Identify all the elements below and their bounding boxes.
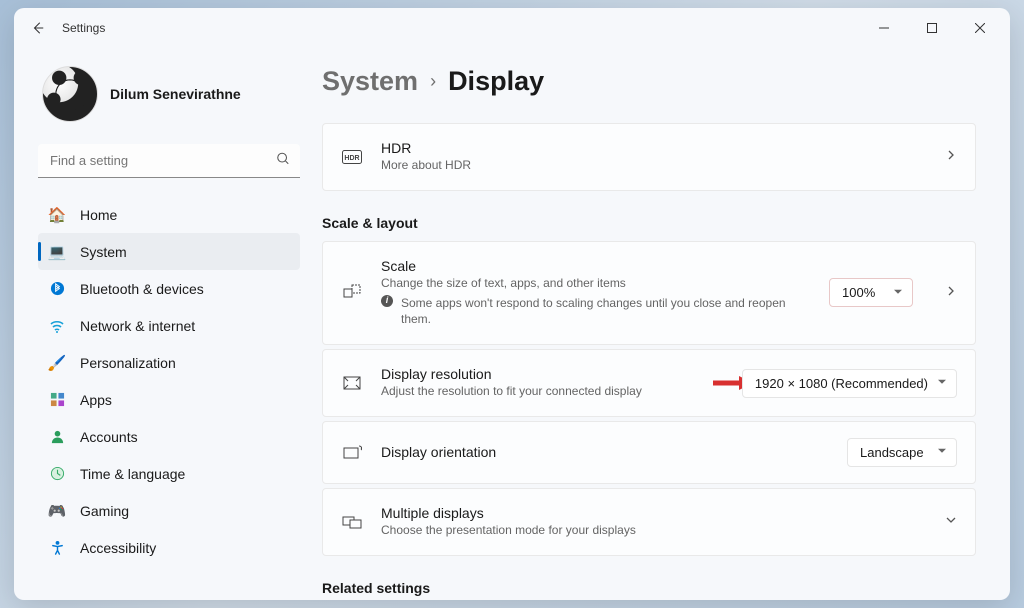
nav-time[interactable]: Time & language <box>38 455 300 492</box>
bluetooth-icon <box>48 280 66 298</box>
nav-accounts[interactable]: Accounts <box>38 418 300 455</box>
nav-apps[interactable]: Apps <box>38 381 300 418</box>
nav-label: Apps <box>80 392 112 408</box>
nav-network[interactable]: Network & internet <box>38 307 300 344</box>
orientation-icon <box>341 441 363 463</box>
nav-personalization[interactable]: 🖌️ Personalization <box>38 344 300 381</box>
settings-window: Settings Dilum Senevirathne 🏠 Home 💻 Syste… <box>14 8 1010 600</box>
nav-home[interactable]: 🏠 Home <box>38 196 300 233</box>
orientation-card[interactable]: Display orientation Landscape <box>322 421 976 484</box>
chevron-right-icon: › <box>430 71 436 92</box>
nav-label: Home <box>80 207 117 223</box>
card-title: Multiple displays <box>381 505 927 521</box>
nav-label: Network & internet <box>80 318 195 334</box>
close-icon <box>975 23 985 33</box>
resolution-icon <box>341 372 363 394</box>
card-subtitle: Adjust the resolution to fit your connec… <box>381 383 724 400</box>
nav-label: Gaming <box>80 503 129 519</box>
nav-label: Personalization <box>80 355 176 371</box>
accessibility-icon <box>48 539 66 557</box>
card-title: HDR <box>381 140 927 156</box>
window-title: Settings <box>62 21 105 35</box>
clock-icon <box>48 465 66 483</box>
scale-note: Some apps won't respond to scaling chang… <box>401 295 811 329</box>
search-box[interactable] <box>38 144 300 178</box>
nav-accessibility[interactable]: Accessibility <box>38 529 300 566</box>
minimize-icon <box>879 23 889 33</box>
orientation-dropdown[interactable]: Landscape <box>847 438 957 467</box>
nav-label: System <box>80 244 127 260</box>
breadcrumb: System › Display <box>322 66 976 97</box>
window-controls <box>862 13 1002 43</box>
search-icon <box>276 152 290 171</box>
hdr-card[interactable]: HDR HDR More about HDR <box>322 123 976 191</box>
nav-label: Bluetooth & devices <box>80 281 204 297</box>
displays-icon <box>341 511 363 533</box>
card-subtitle: Change the size of text, apps, and other… <box>381 275 811 292</box>
scale-card[interactable]: Scale Change the size of text, apps, and… <box>322 241 976 345</box>
maximize-icon <box>927 23 937 33</box>
section-scale-layout: Scale & layout <box>322 215 976 231</box>
chevron-right-icon <box>945 148 957 166</box>
svg-text:HDR: HDR <box>344 155 359 162</box>
system-icon: 💻 <box>48 243 66 261</box>
wifi-icon <box>48 317 66 335</box>
card-subtitle: Choose the presentation mode for your di… <box>381 522 927 539</box>
home-icon: 🏠 <box>48 206 66 224</box>
scale-dropdown[interactable]: 100% <box>829 278 913 307</box>
titlebar: Settings <box>14 8 1010 48</box>
username: Dilum Senevirathne <box>110 86 241 102</box>
back-button[interactable] <box>22 12 54 44</box>
nav-gaming[interactable]: 🎮 Gaming <box>38 492 300 529</box>
hdr-icon: HDR <box>341 146 363 168</box>
multiple-displays-card[interactable]: Multiple displays Choose the presentatio… <box>322 488 976 556</box>
scale-icon <box>341 282 363 304</box>
sidebar: Dilum Senevirathne 🏠 Home 💻 System Bluetoo… <box>14 48 312 600</box>
profile[interactable]: Dilum Senevirathne <box>38 48 300 144</box>
resolution-dropdown[interactable]: 1920 × 1080 (Recommended) <box>742 369 957 398</box>
brush-icon: 🖌️ <box>48 354 66 372</box>
apps-icon <box>48 391 66 409</box>
minimize-button[interactable] <box>862 13 906 43</box>
body: Dilum Senevirathne 🏠 Home 💻 System Bluetoo… <box>14 48 1010 600</box>
person-icon <box>48 428 66 446</box>
info-icon: i <box>381 295 393 307</box>
maximize-button[interactable] <box>910 13 954 43</box>
search-input[interactable] <box>38 144 300 178</box>
main-content[interactable]: System › Display HDR HDR More about HDR … <box>312 48 1010 600</box>
nav-label: Accounts <box>80 429 138 445</box>
breadcrumb-current: Display <box>448 66 544 97</box>
card-subtitle: More about HDR <box>381 157 927 174</box>
card-title: Scale <box>381 258 811 274</box>
section-related: Related settings <box>322 580 976 596</box>
breadcrumb-parent[interactable]: System <box>322 66 418 97</box>
chevron-down-icon <box>945 513 957 531</box>
chevron-right-icon <box>945 284 957 302</box>
back-arrow-icon <box>31 21 45 35</box>
close-button[interactable] <box>958 13 1002 43</box>
gaming-icon: 🎮 <box>48 502 66 520</box>
nav: 🏠 Home 💻 System Bluetooth & devices Networ… <box>38 196 300 588</box>
card-title: Display resolution <box>381 366 724 382</box>
nav-label: Accessibility <box>80 540 156 556</box>
nav-label: Time & language <box>80 466 185 482</box>
nav-system[interactable]: 💻 System <box>38 233 300 270</box>
avatar <box>42 66 98 122</box>
resolution-card[interactable]: Display resolution Adjust the resolution… <box>322 349 976 417</box>
card-title: Display orientation <box>381 444 829 460</box>
nav-bluetooth[interactable]: Bluetooth & devices <box>38 270 300 307</box>
